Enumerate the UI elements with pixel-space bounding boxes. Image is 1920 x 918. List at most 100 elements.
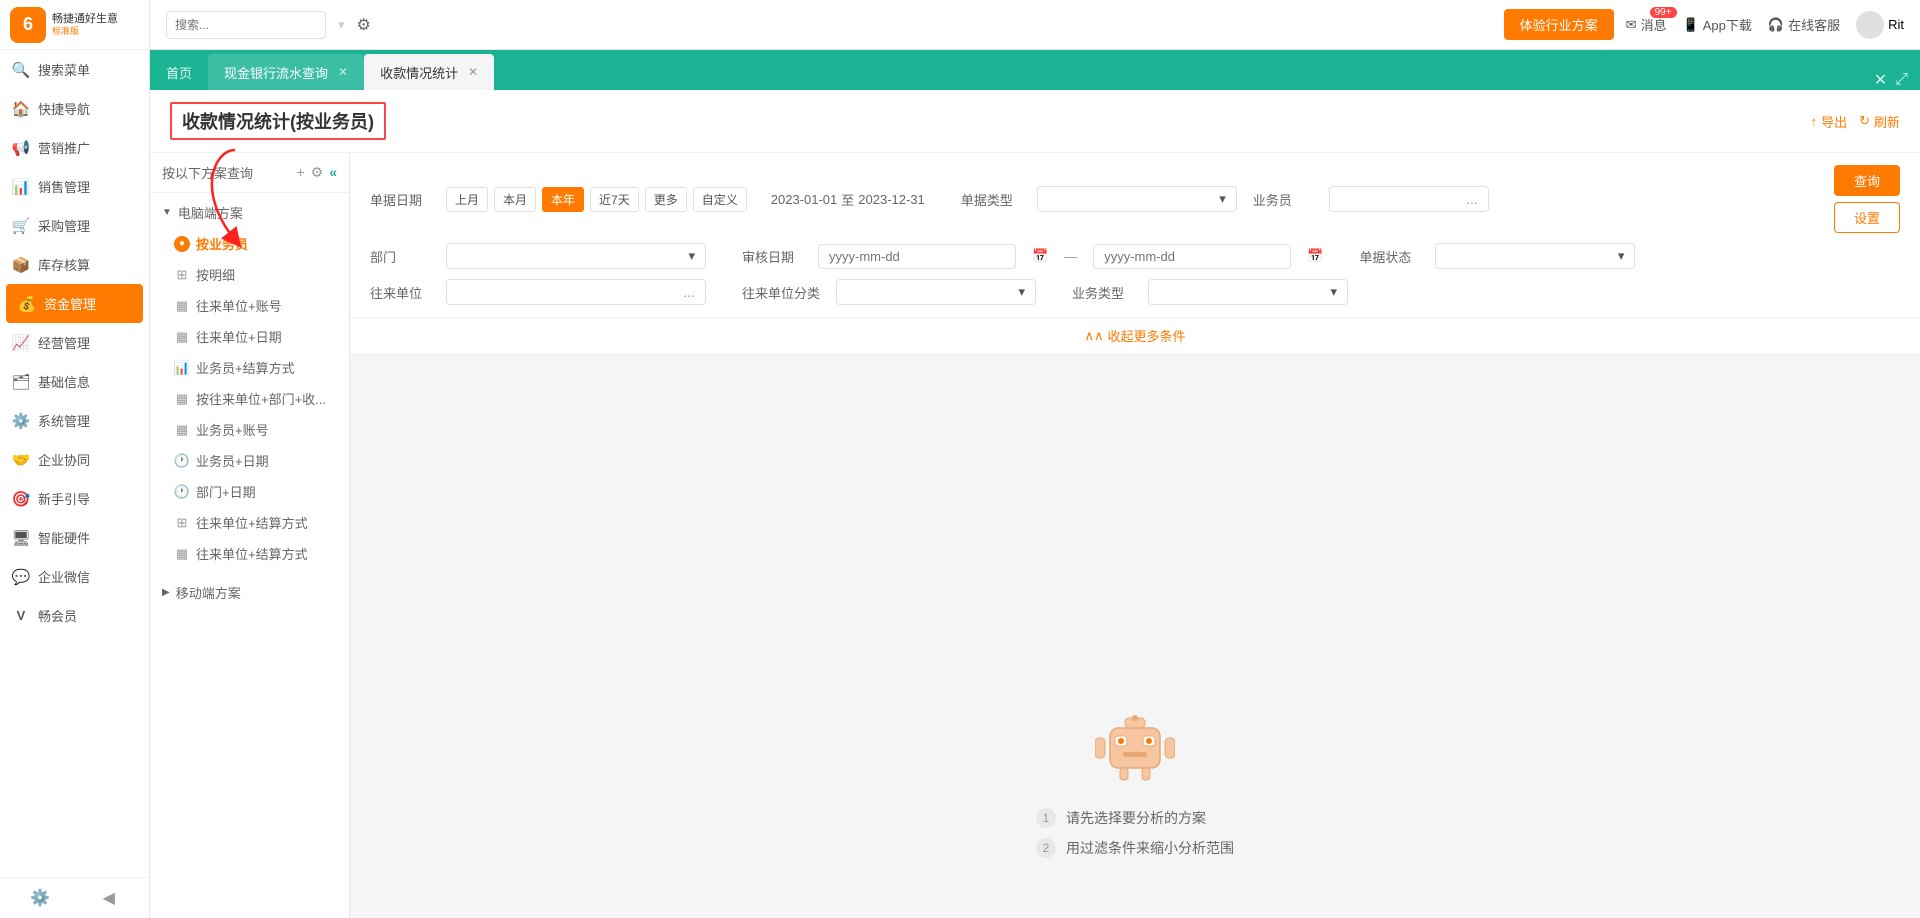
date-btn-custom[interactable]: 自定义 <box>693 187 747 212</box>
add-scheme-btn[interactable]: + <box>296 164 304 181</box>
desktop-group-label: 电脑端方案 <box>178 203 243 222</box>
topbar-service-btn[interactable]: 🎧 在线客服 <box>1768 15 1840 34</box>
sidebar-item-purchase[interactable]: 🛒 采购管理 <box>0 206 149 245</box>
purchase-icon: 🛒 <box>12 217 30 235</box>
counterparty-category-select[interactable]: ▾ <box>836 279 1036 305</box>
scheme-item-unit-date[interactable]: ▦ 往来单位+日期 <box>150 321 349 352</box>
biz-type-select[interactable]: ▾ <box>1148 279 1348 305</box>
scheme-item-unit-settlement1[interactable]: ⊞ 往来单位+结算方式 <box>150 507 349 538</box>
sidebar-item-search[interactable]: 🔍 搜索菜单 <box>0 50 149 89</box>
scheme-item-label: 按明细 <box>196 265 235 284</box>
dept-select[interactable]: ▾ <box>446 243 706 269</box>
topbar-gear-icon[interactable]: ⚙ <box>357 15 371 35</box>
date-btn-more[interactable]: 更多 <box>645 187 687 212</box>
scheme-item-dept-date[interactable]: 🕐 部门+日期 <box>150 476 349 507</box>
detail-icon: ⊞ <box>174 267 190 283</box>
sidebar-item-quicknav[interactable]: 🏠 快捷导航 <box>0 89 149 128</box>
sidebar-item-member[interactable]: V 畅会员 <box>0 596 149 635</box>
date-btn-this-year[interactable]: 本年 <box>542 187 584 212</box>
sidebar-item-hardware[interactable]: 🖥 智能硬件 <box>0 518 149 557</box>
tab-home[interactable]: 首页 <box>150 54 208 90</box>
trial-btn[interactable]: 体验行业方案 <box>1504 9 1614 40</box>
scheme-settings-btn[interactable]: ⚙ <box>311 164 324 181</box>
salesperson-date-icon: 🕐 <box>174 453 190 469</box>
topbar-app-btn[interactable]: 📱 App下载 <box>1683 15 1752 34</box>
scheme-group-mobile-title[interactable]: ▶ 移动端方案 <box>150 577 349 608</box>
sidebar-item-finance[interactable]: 💰 资金管理 <box>6 284 143 323</box>
date-btn-this-month[interactable]: 本月 <box>494 187 536 212</box>
counterparty-select[interactable]: ... <box>446 279 706 305</box>
logo-text: 畅捷通好生意 标准版 <box>52 12 118 38</box>
collapse-sidebar-btn[interactable]: ◀ <box>79 888 140 908</box>
operations-icon: 📈 <box>12 334 30 352</box>
expand-window-btn[interactable]: ⤢ <box>1895 71 1908 89</box>
sidebar-item-basic[interactable]: 🗂 基础信息 <box>0 362 149 401</box>
close-window-btn[interactable]: ✕ <box>1874 70 1887 90</box>
topbar-dropdown-arrow[interactable]: ▾ <box>338 17 345 33</box>
scheme-item-salesperson-settlement[interactable]: 📊 业务员+结算方式 <box>150 352 349 383</box>
export-label: 导出 <box>1821 112 1847 131</box>
topbar-search-input[interactable] <box>166 11 326 39</box>
counterparty-category-label: 往来单位分类 <box>742 283 820 302</box>
sidebar-item-label: 营销推广 <box>38 138 90 157</box>
collapse-bar[interactable]: ∧∧ 收起更多条件 <box>350 318 1920 353</box>
sidebar-item-operations[interactable]: 📈 经营管理 <box>0 323 149 362</box>
sidebar-item-label: 系统管理 <box>38 411 90 430</box>
query-btn[interactable]: 查询 <box>1834 165 1900 196</box>
logo-badge: 标准版 <box>52 26 118 38</box>
collapse-panel-btn[interactable]: « <box>329 164 337 181</box>
sales-icon: 📊 <box>12 178 30 196</box>
sidebar-item-system[interactable]: ⚙️ 系统管理 <box>0 401 149 440</box>
scheme-item-salesperson-date[interactable]: 🕐 业务员+日期 <box>150 445 349 476</box>
topbar-message-btn[interactable]: ✉ 消息 99+ <box>1626 15 1667 34</box>
sidebar-item-inventory[interactable]: 📦 库存核算 <box>0 245 149 284</box>
date-range-sep: 至 <box>841 190 854 209</box>
tab-receipt[interactable]: 收款情况统计 ✕ <box>364 54 494 90</box>
page-actions: ↑ 导出 ↻ 刷新 <box>1811 112 1900 131</box>
filter-row-3: 往来单位 ... 往来单位分类 ▾ 业务类型 <box>370 279 1900 305</box>
sidebar-item-sales[interactable]: 📊 销售管理 <box>0 167 149 206</box>
counterparty-more-icon[interactable]: ... <box>683 284 695 300</box>
salesperson-settlement-icon: 📊 <box>174 360 190 376</box>
scheme-group-desktop-title[interactable]: ▼ 电脑端方案 <box>150 197 349 228</box>
scheme-item-unit-settlement2[interactable]: ▦ 往来单位+结算方式 <box>150 538 349 569</box>
export-icon: ↑ <box>1811 114 1818 129</box>
scheme-item-label: 往来单位+结算方式 <box>196 513 308 532</box>
scheme-item-by-salesperson[interactable]: ● 按业务员 <box>150 228 349 259</box>
review-date-from-input[interactable] <box>818 244 1016 269</box>
calendar-to-icon[interactable]: 📅 <box>1307 248 1323 264</box>
more-icon[interactable]: ... <box>1466 191 1478 207</box>
tab-bank[interactable]: 现金银行流水查询 ✕ <box>208 54 364 90</box>
sidebar-item-guide[interactable]: 🎯 新手引导 <box>0 479 149 518</box>
hardware-icon: 🖥 <box>12 529 30 547</box>
settings-bottom-btn[interactable]: ⚙️ <box>10 888 71 908</box>
scheme-item-label: 往来单位+结算方式 <box>196 544 308 563</box>
date-btn-last-month[interactable]: 上月 <box>446 187 488 212</box>
scheme-item-unit-account[interactable]: ▦ 往来单位+账号 <box>150 290 349 321</box>
scheme-item-salesperson-account[interactable]: ▦ 业务员+账号 <box>150 414 349 445</box>
calendar-from-icon[interactable]: 📅 <box>1032 248 1048 264</box>
export-btn[interactable]: ↑ 导出 <box>1811 112 1848 131</box>
marketing-icon: 📢 <box>12 139 30 157</box>
scheme-item-unit-dept-collect[interactable]: ▦ 按往来单位+部门+收... <box>150 383 349 414</box>
refresh-btn[interactable]: ↻ 刷新 <box>1859 112 1900 131</box>
date-btn-7days[interactable]: 近7天 <box>590 187 639 212</box>
sidebar-item-wechat[interactable]: 💬 企业微信 <box>0 557 149 596</box>
topbar-app-label: App下载 <box>1703 15 1752 34</box>
set-btn[interactable]: 设置 <box>1834 202 1900 233</box>
sidebar-item-enterprise[interactable]: 🤝 企业协同 <box>0 440 149 479</box>
tab-bank-close[interactable]: ✕ <box>338 65 348 79</box>
sidebar-item-marketing[interactable]: 📢 营销推广 <box>0 128 149 167</box>
topbar-right: ✉ 消息 99+ 📱 App下载 🎧 在线客服 Rit <box>1626 11 1904 39</box>
salesperson-select[interactable]: ... <box>1329 186 1489 212</box>
tab-receipt-close[interactable]: ✕ <box>468 65 478 79</box>
scheme-group-desktop: ▼ 电脑端方案 ● 按业务员 ⊞ 按明细 ▦ 往来单位+账号 <box>150 193 349 573</box>
doc-type-select[interactable]: ▾ <box>1037 186 1237 212</box>
sidebar-item-label: 经营管理 <box>38 333 90 352</box>
topbar-user-btn[interactable]: Rit <box>1856 11 1904 39</box>
scheme-item-by-detail[interactable]: ⊞ 按明细 <box>150 259 349 290</box>
review-date-to-input[interactable] <box>1093 244 1291 269</box>
salesperson-label: 业务员 <box>1253 190 1313 209</box>
search-icon: 🔍 <box>12 61 30 79</box>
doc-status-select[interactable]: ▾ <box>1435 243 1635 269</box>
